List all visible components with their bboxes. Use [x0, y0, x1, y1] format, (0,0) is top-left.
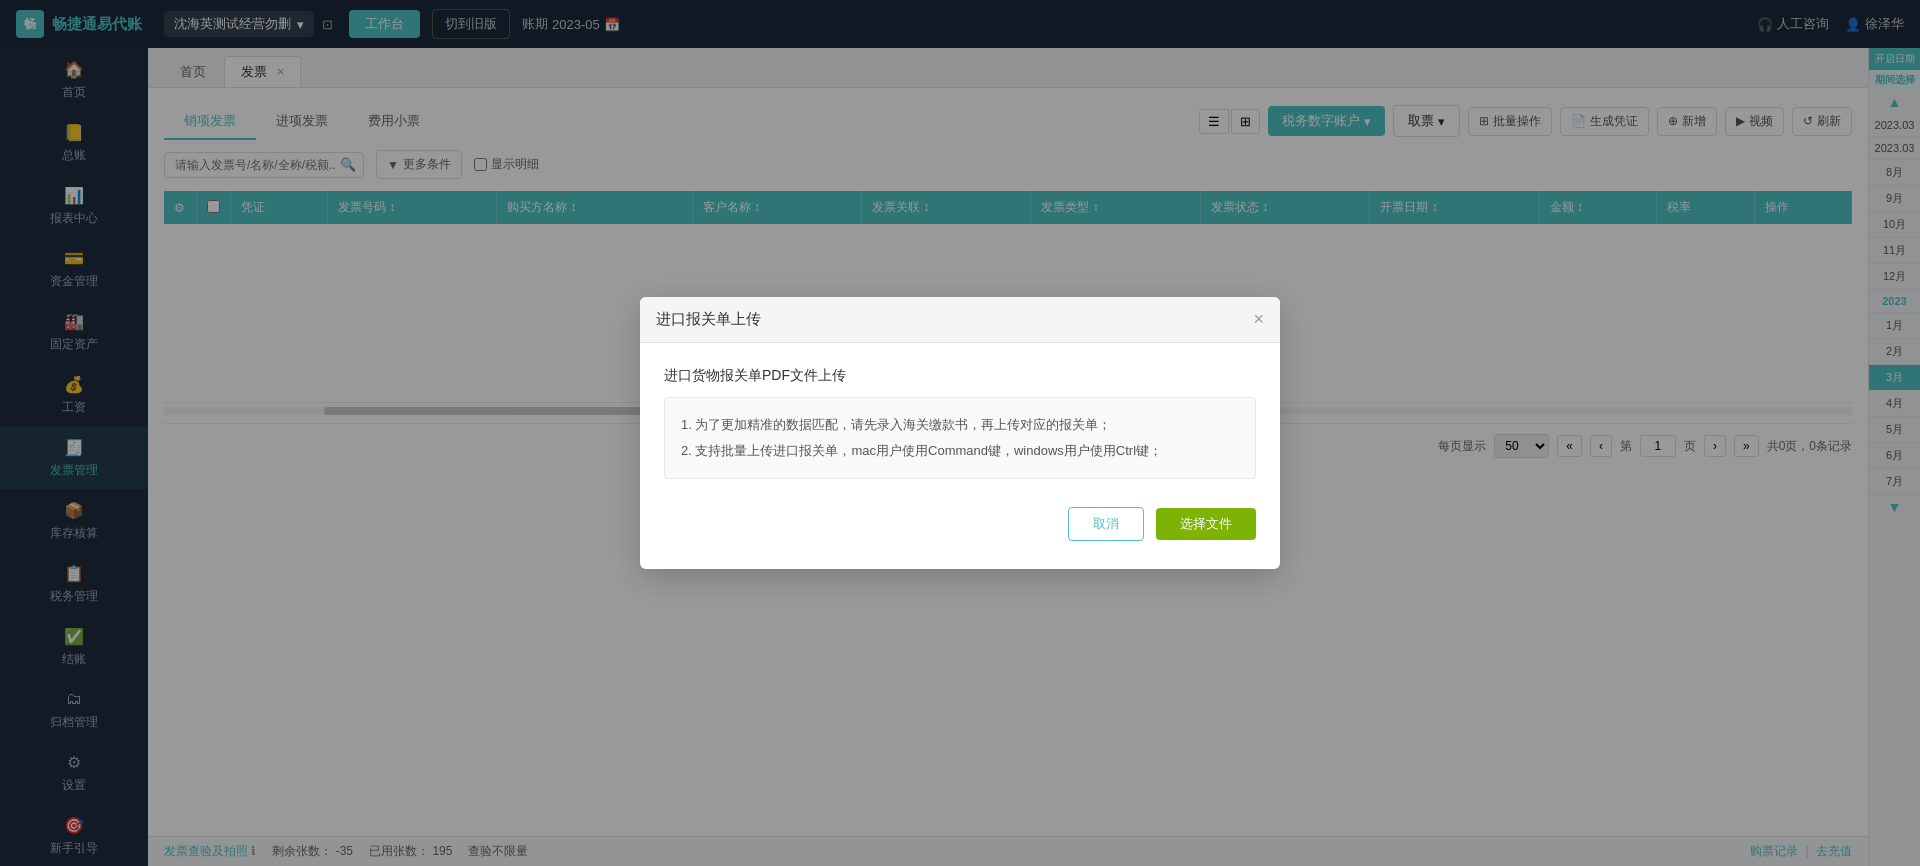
dialog-info-item-2: 2. 支持批量上传进口报关单，mac用户使用Command键，windows用户… [681, 438, 1239, 464]
import-customs-dialog: 进口报关单上传 × 进口货物报关单PDF文件上传 1. 为了更加精准的数据匹配，… [640, 297, 1280, 569]
dialog-header: 进口报关单上传 × [640, 297, 1280, 343]
dialog-title: 进口报关单上传 [656, 310, 761, 329]
dialog-cancel-button[interactable]: 取消 [1068, 507, 1144, 541]
dialog-info-box: 1. 为了更加精准的数据匹配，请先录入海关缴款书，再上传对应的报关单； 2. 支… [664, 397, 1256, 479]
dialog-body: 进口货物报关单PDF文件上传 1. 为了更加精准的数据匹配，请先录入海关缴款书，… [640, 343, 1280, 569]
dialog-info-item-1: 1. 为了更加精准的数据匹配，请先录入海关缴款书，再上传对应的报关单； [681, 412, 1239, 438]
dialog-overlay: 进口报关单上传 × 进口货物报关单PDF文件上传 1. 为了更加精准的数据匹配，… [0, 0, 1920, 866]
dialog-close-button[interactable]: × [1253, 309, 1264, 330]
dialog-footer: 取消 选择文件 [664, 499, 1256, 545]
dialog-section-title: 进口货物报关单PDF文件上传 [664, 367, 1256, 385]
dialog-select-file-button[interactable]: 选择文件 [1156, 508, 1256, 540]
